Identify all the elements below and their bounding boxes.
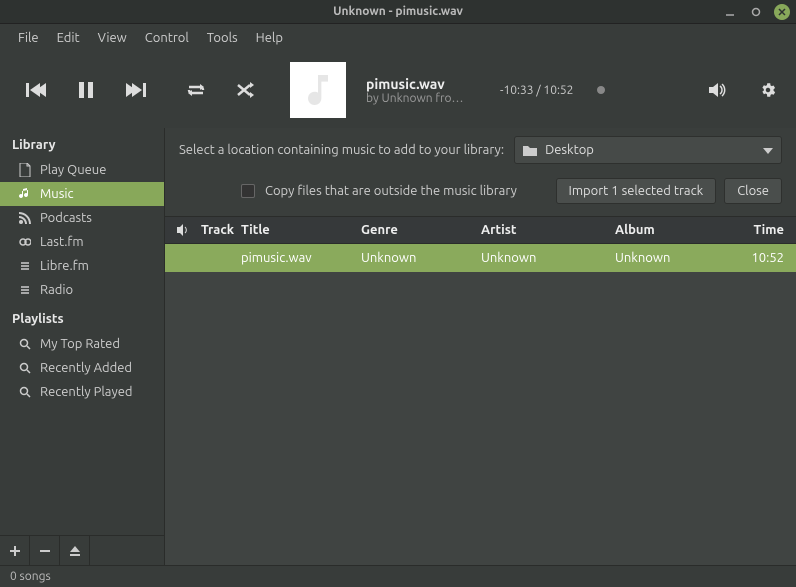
track-table: Track Title Genre Artist Album Time pimu…: [165, 216, 796, 565]
col-title[interactable]: Title: [241, 223, 361, 237]
sidebar-item-label: Music: [40, 187, 74, 201]
list-icon: [18, 284, 32, 296]
sidebar-item-label: My Top Rated: [40, 337, 120, 351]
menu-view[interactable]: View: [90, 27, 135, 49]
status-text: 0 songs: [10, 570, 51, 583]
close-import-button[interactable]: Close: [724, 178, 782, 204]
import-button[interactable]: Import 1 selected track: [556, 178, 717, 204]
cell-artist: Unknown: [481, 251, 615, 265]
speaker-icon[interactable]: [165, 224, 201, 236]
menu-edit[interactable]: Edit: [49, 27, 88, 49]
import-options-bar: Copy files that are outside the music li…: [165, 172, 796, 216]
library-header: Library: [0, 128, 164, 158]
playlist-item-recently-played[interactable]: Recently Played: [0, 380, 164, 404]
settings-button[interactable]: [748, 70, 788, 110]
sidebar-item-label: Play Queue: [40, 163, 106, 177]
menu-file[interactable]: File: [10, 27, 47, 49]
minimize-button[interactable]: [722, 4, 738, 20]
remove-playlist-button[interactable]: [30, 536, 60, 566]
cell-genre: Unknown: [361, 251, 481, 265]
cell-title: pimusic.wav: [241, 251, 361, 265]
menu-control[interactable]: Control: [137, 27, 197, 49]
cell-time: 10:52: [746, 251, 796, 265]
time-display: -10:33 / 10:52: [500, 84, 573, 97]
sidebar: Library Play Queue Music Podcasts Last.f…: [0, 128, 165, 565]
table-header: Track Title Genre Artist Album Time: [165, 216, 796, 244]
search-icon: [18, 386, 32, 398]
location-value: Desktop: [545, 143, 594, 157]
pause-button[interactable]: [66, 70, 106, 110]
player-toolbar: pimusic.wav by Unknown fro… -10:33 / 10:…: [0, 52, 796, 128]
lastfm-icon: [18, 236, 32, 248]
sidebar-item-label: Podcasts: [40, 211, 92, 225]
playlist-item-top-rated[interactable]: My Top Rated: [0, 332, 164, 356]
volume-button[interactable]: [698, 70, 738, 110]
sidebar-item-lastfm[interactable]: Last.fm: [0, 230, 164, 254]
table-row[interactable]: pimusic.wav Unknown Unknown Unknown 10:5…: [165, 244, 796, 272]
progress-indicator[interactable]: [597, 86, 605, 94]
menu-tools[interactable]: Tools: [199, 27, 246, 49]
sidebar-item-play-queue[interactable]: Play Queue: [0, 158, 164, 182]
sidebar-item-librefm[interactable]: Libre.fm: [0, 254, 164, 278]
titlebar: Unknown - pimusic.wav ✕: [0, 0, 796, 24]
sidebar-item-label: Recently Played: [40, 385, 133, 399]
sidebar-item-label: Last.fm: [40, 235, 84, 249]
rss-icon: [18, 212, 32, 224]
copy-files-label: Copy files that are outside the music li…: [265, 184, 517, 198]
location-dropdown[interactable]: Desktop: [514, 136, 782, 164]
col-time[interactable]: Time: [746, 223, 796, 237]
eject-button[interactable]: [60, 536, 90, 566]
playlist-item-recently-added[interactable]: Recently Added: [0, 356, 164, 380]
col-album[interactable]: Album: [615, 223, 715, 237]
menubar: File Edit View Control Tools Help: [0, 24, 796, 52]
import-prompt: Select a location containing music to ad…: [179, 143, 504, 157]
time-elapsed: -10:33: [500, 84, 534, 97]
window-controls: ✕: [722, 0, 790, 24]
track-info: pimusic.wav by Unknown fro…: [366, 76, 486, 105]
shuffle-button[interactable]: [226, 70, 266, 110]
sidebar-item-label: Libre.fm: [40, 259, 89, 273]
time-total: 10:52: [543, 84, 573, 97]
search-icon: [18, 362, 32, 374]
previous-button[interactable]: [16, 70, 56, 110]
sidebar-item-label: Recently Added: [40, 361, 132, 375]
import-location-bar: Select a location containing music to ad…: [165, 128, 796, 172]
doc-icon: [18, 163, 32, 177]
music-icon: [18, 188, 32, 200]
playlists-header: Playlists: [0, 302, 164, 332]
main-content: Select a location containing music to ad…: [165, 128, 796, 565]
col-genre[interactable]: Genre: [361, 223, 481, 237]
sidebar-item-music[interactable]: Music: [0, 182, 164, 206]
next-button[interactable]: [116, 70, 156, 110]
col-artist[interactable]: Artist: [481, 223, 615, 237]
folder-icon: [523, 144, 537, 156]
close-button[interactable]: ✕: [774, 4, 790, 20]
menu-help[interactable]: Help: [248, 27, 291, 49]
list-icon: [18, 260, 32, 272]
track-title: pimusic.wav: [366, 76, 486, 92]
copy-files-checkbox[interactable]: [241, 184, 255, 198]
repeat-button[interactable]: [176, 70, 216, 110]
maximize-button[interactable]: [748, 4, 764, 20]
sidebar-item-podcasts[interactable]: Podcasts: [0, 206, 164, 230]
window-title: Unknown - pimusic.wav: [333, 5, 463, 18]
track-byline: by Unknown fro…: [366, 92, 486, 105]
chevron-down-icon: [763, 143, 773, 157]
sidebar-actions: [0, 535, 164, 565]
status-bar: 0 songs: [0, 565, 796, 587]
search-icon: [18, 338, 32, 350]
sidebar-item-radio[interactable]: Radio: [0, 278, 164, 302]
cell-album: Unknown: [615, 251, 715, 265]
add-playlist-button[interactable]: [0, 536, 30, 566]
col-track[interactable]: Track: [201, 223, 241, 237]
album-art: [290, 62, 346, 118]
sidebar-item-label: Radio: [40, 283, 73, 297]
